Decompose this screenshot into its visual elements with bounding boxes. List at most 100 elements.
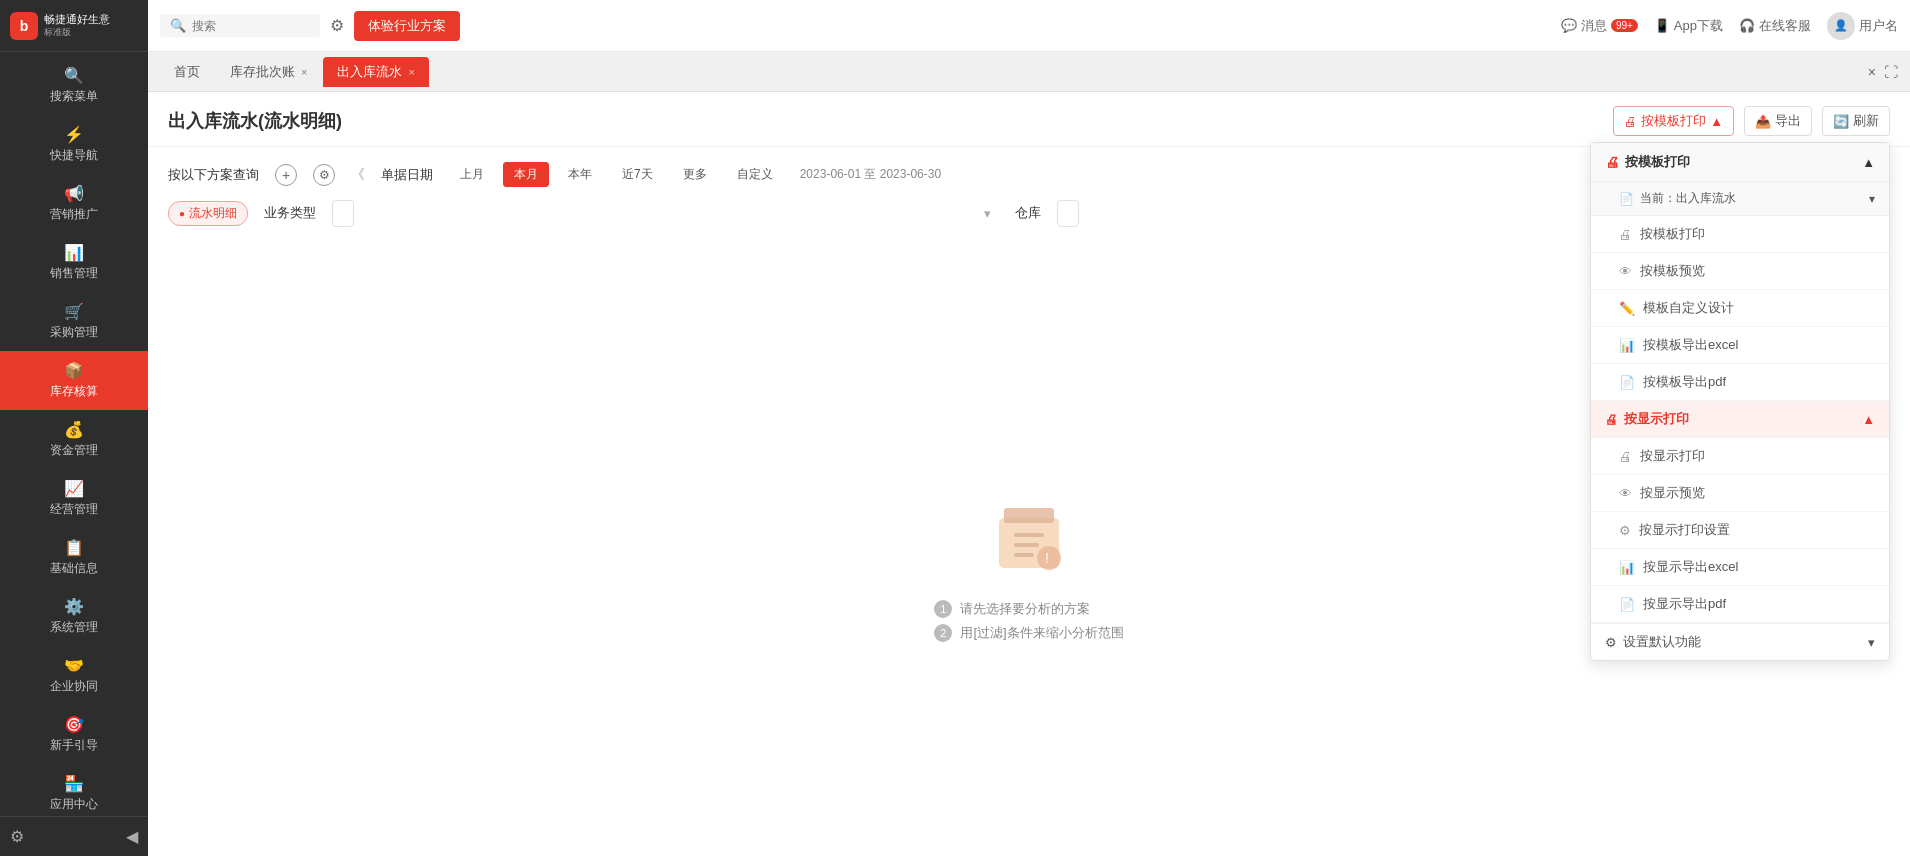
display-excel-icon: 📊 (1619, 560, 1635, 575)
current-template-arrow: ▾ (1869, 192, 1875, 206)
topbar-search-wrap[interactable]: 🔍 (160, 14, 320, 37)
template-export-excel-button[interactable]: 📊 按模板导出excel (1591, 327, 1889, 364)
sidebar-item-label: 搜索菜单 (50, 88, 98, 105)
sidebar-item-operations[interactable]: 📈 经营管理 (0, 469, 148, 528)
display-print-settings-button[interactable]: ⚙ 按显示打印设置 (1591, 512, 1889, 549)
empty-steps: 1 请先选择要分析的方案 2 用[过滤]条件来缩小分析范围 (934, 600, 1123, 642)
topbar-search-input[interactable] (192, 19, 302, 33)
tabs-bar: 首页 库存批次账 × 出入库流水 × × ⛶ (148, 52, 1910, 92)
display-export-excel-button[interactable]: 📊 按显示导出excel (1591, 549, 1889, 586)
display-export-pdf-button[interactable]: 📄 按显示导出pdf (1591, 586, 1889, 623)
main-area: 🔍 ⚙ 体验行业方案 💬 消息 99+ 📱 App下载 🎧 在线客服 👤 (148, 0, 1910, 856)
template-design-button[interactable]: ✏️ 模板自定义设计 (1591, 290, 1889, 327)
sidebar-item-guide[interactable]: 🎯 新手引导 (0, 705, 148, 764)
svg-text:!: ! (1045, 550, 1049, 566)
refresh-button[interactable]: 🔄 刷新 (1822, 106, 1890, 136)
print-template-button[interactable]: 🖨 按模板打印 ▲ (1613, 106, 1734, 136)
filter-tag-label: 流水明细 (189, 205, 237, 222)
settings-icon: ⚙ (1605, 635, 1617, 650)
warehouse-select[interactable] (1057, 200, 1079, 227)
tab-home[interactable]: 首页 (160, 57, 214, 87)
excel-icon: 📊 (1619, 338, 1635, 353)
date-filter: 上月 本月 本年 近7天 更多 自定义 (449, 162, 784, 187)
set-default-function-button[interactable]: ⚙ 设置默认功能 ▾ (1591, 623, 1889, 660)
export-label: 导出 (1775, 112, 1801, 130)
app-download-button[interactable]: 📱 App下载 (1654, 17, 1723, 35)
sidebar-item-label: 应用中心 (50, 796, 98, 813)
date-range-display: 2023-06-01 至 2023-06-30 (800, 166, 941, 183)
date-btn-more[interactable]: 更多 (672, 162, 718, 187)
online-service-button[interactable]: 🎧 在线客服 (1739, 17, 1811, 35)
date-btn-this-year[interactable]: 本年 (557, 162, 603, 187)
sidebar-item-system[interactable]: ⚙️ 系统管理 (0, 587, 148, 646)
preview-icon: 👁 (1619, 264, 1632, 279)
active-filter-tag[interactable]: ● 流水明细 (168, 201, 248, 226)
sidebar-item-quicknav[interactable]: ⚡ 快捷导航 (0, 115, 148, 174)
topbar: 🔍 ⚙ 体验行业方案 💬 消息 99+ 📱 App下载 🎧 在线客服 👤 (148, 0, 1910, 52)
user-name: 用户名 (1859, 17, 1898, 35)
pdf-icon: 📄 (1619, 375, 1635, 390)
sidebar-item-inventory[interactable]: 📦 库存核算 (0, 351, 148, 410)
template-icon: 📄 (1619, 192, 1634, 206)
tab-inventory-flow[interactable]: 出入库流水 × (323, 57, 428, 87)
display-export-pdf-label: 按显示导出pdf (1643, 595, 1726, 613)
sidebar-item-appstore[interactable]: 🏪 应用中心 (0, 764, 148, 816)
display-print-section-header[interactable]: 🖨 按显示打印 ▲ (1591, 401, 1889, 438)
sidebar-item-label: 新手引导 (50, 737, 98, 754)
svg-rect-3 (1014, 543, 1039, 547)
industry-solution-button[interactable]: 体验行业方案 (354, 11, 460, 41)
window-close-icon[interactable]: × (1868, 64, 1876, 80)
sidebar-item-label: 销售管理 (50, 265, 98, 282)
current-template-row[interactable]: 📄 当前：出入库流水 ▾ (1591, 182, 1889, 216)
messages-button[interactable]: 💬 消息 99+ (1561, 17, 1638, 35)
template-preview-button[interactable]: 👁 按模板预览 (1591, 253, 1889, 290)
sidebar-item-label: 库存核算 (50, 383, 98, 400)
filter-scheme-label: 按以下方案查询 (168, 166, 259, 184)
filter-settings-button[interactable]: ⚙ (313, 164, 335, 186)
logo-icon: b (10, 12, 38, 40)
filter-collapse-button[interactable]: 《 (351, 166, 365, 184)
display-preview-button[interactable]: 👁 按显示预览 (1591, 475, 1889, 512)
date-btn-7days[interactable]: 近7天 (611, 162, 664, 187)
tab-inventory-batch[interactable]: 库存批次账 × (216, 57, 321, 87)
user-avatar[interactable]: 👤 用户名 (1827, 12, 1898, 40)
date-btn-last-month[interactable]: 上月 (449, 162, 495, 187)
sidebar-collapse-button[interactable]: ◀ (126, 827, 138, 846)
print-template-label: 按模板打印 (1641, 112, 1706, 130)
sidebar-item-purchase[interactable]: 🛒 采购管理 (0, 292, 148, 351)
date-btn-custom[interactable]: 自定义 (726, 162, 784, 187)
sidebar: b 畅捷通好生意 标准版 🔍 搜索菜单 ⚡ 快捷导航 📢 营销推广 📊 销售管理… (0, 0, 148, 856)
sidebar-item-search[interactable]: 🔍 搜索菜单 (0, 56, 148, 115)
sidebar-item-basic[interactable]: 📋 基础信息 (0, 528, 148, 587)
display-settings-icon: ⚙ (1619, 523, 1631, 538)
sidebar-settings-button[interactable]: ⚙ (10, 827, 24, 846)
tab-inventory-flow-close[interactable]: × (408, 66, 414, 78)
display-pdf-icon: 📄 (1619, 597, 1635, 612)
sidebar-item-collab[interactable]: 🤝 企业协同 (0, 646, 148, 705)
filter-add-button[interactable]: + (275, 164, 297, 186)
empty-illustration: ! (979, 488, 1079, 588)
biz-type-select[interactable] (332, 200, 354, 227)
step-2-num: 2 (934, 624, 952, 642)
export-button[interactable]: 📤 导出 (1744, 106, 1812, 136)
sidebar-item-sales[interactable]: 📊 销售管理 (0, 233, 148, 292)
sidebar-item-marketing[interactable]: 📢 营销推广 (0, 174, 148, 233)
sidebar-item-label: 营销推广 (50, 206, 98, 223)
export-icon: 📤 (1755, 114, 1771, 129)
display-print-button[interactable]: 🖨 按显示打印 (1591, 438, 1889, 475)
sidebar-item-finance[interactable]: 💰 资金管理 (0, 410, 148, 469)
target-icon: 🎯 (64, 715, 84, 734)
chart-icon: 📊 (64, 243, 84, 262)
store-icon: 🏪 (64, 774, 84, 793)
step-2-text: 用[过滤]条件来缩小分析范围 (960, 624, 1123, 642)
display-print-doc-icon: 🖨 (1619, 449, 1632, 464)
window-maximize-icon[interactable]: ⛶ (1884, 64, 1898, 80)
topbar-settings-icon[interactable]: ⚙ (330, 16, 344, 35)
template-print-button[interactable]: 🖨 按模板打印 (1591, 216, 1889, 253)
template-export-pdf-button[interactable]: 📄 按模板导出pdf (1591, 364, 1889, 401)
step-1-num: 1 (934, 600, 952, 618)
date-btn-this-month[interactable]: 本月 (503, 162, 549, 187)
refresh-label: 刷新 (1853, 112, 1879, 130)
date-label: 单据日期 (381, 166, 433, 184)
tab-inventory-batch-close[interactable]: × (301, 66, 307, 78)
